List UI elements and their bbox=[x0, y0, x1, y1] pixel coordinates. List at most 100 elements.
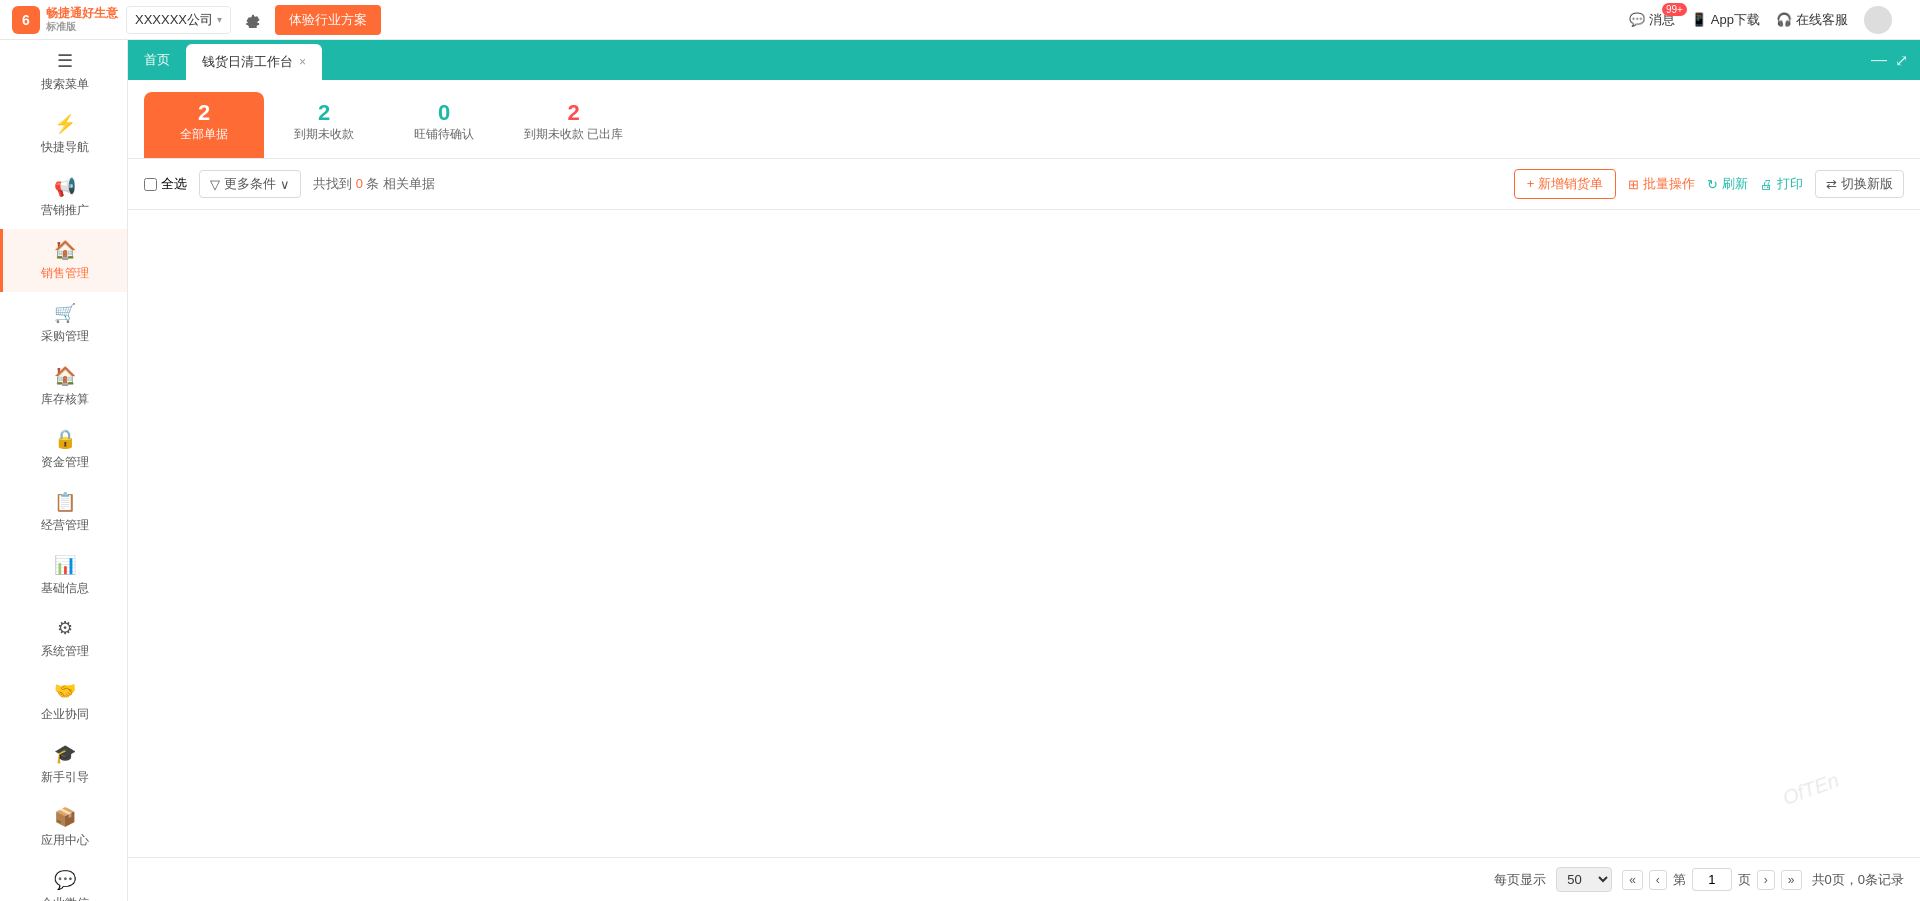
logo-subtitle: 标准版 bbox=[46, 21, 118, 33]
page-number-input[interactable] bbox=[1692, 868, 1732, 891]
sidebar-item-wechat[interactable]: 💬 企业微信 bbox=[0, 859, 127, 901]
refresh-button[interactable]: ↻ 刷新 bbox=[1707, 175, 1748, 193]
tab-bar-actions: — ⤢ bbox=[1871, 51, 1920, 70]
batch-operation-button[interactable]: ⊞ 批量操作 bbox=[1628, 175, 1695, 193]
base-info-icon: 📊 bbox=[54, 554, 76, 576]
tab-minimize-btn[interactable]: — bbox=[1871, 51, 1887, 69]
sidebar-item-cooperation[interactable]: 🤝 企业协同 bbox=[0, 670, 127, 733]
sidebar-item-purchase[interactable]: 🛒 采购管理 bbox=[0, 292, 127, 355]
online-service-button[interactable]: 🎧 在线客服 bbox=[1776, 11, 1848, 29]
logo-text: 畅捷通好生意 标准版 bbox=[46, 6, 118, 32]
stat-label-shipped: 到期未收款 已出库 bbox=[524, 127, 623, 141]
sidebar-label-sales: 销售管理 bbox=[41, 265, 89, 282]
company-selector[interactable]: XXXXXX公司 ▾ bbox=[126, 6, 231, 34]
sidebar-item-finance[interactable]: 🔒 资金管理 bbox=[0, 418, 127, 481]
avatar[interactable] bbox=[1864, 6, 1892, 34]
sidebar-item-base-info[interactable]: 📊 基础信息 bbox=[0, 544, 127, 607]
count-unit: 条 bbox=[366, 176, 379, 191]
sidebar-label-search-menu: 搜索菜单 bbox=[41, 76, 89, 93]
main-layout: ☰ 搜索菜单 ⚡ 快捷导航 📢 营销推广 🏠 销售管理 🛒 采购管理 🏠 库存核… bbox=[0, 40, 1920, 901]
app-download-button[interactable]: 📱 App下载 bbox=[1691, 11, 1760, 29]
sidebar-item-app-center[interactable]: 📦 应用中心 bbox=[0, 796, 127, 859]
sidebar-label-wechat: 企业微信 bbox=[41, 895, 89, 901]
sales-icon: 🏠 bbox=[54, 239, 76, 261]
finance-icon: 🔒 bbox=[54, 428, 76, 450]
quick-nav-icon: ⚡ bbox=[54, 113, 76, 135]
content-area: 2 全部单据 2 到期未收款 0 旺铺待确认 2 到期未收款 已出库 bbox=[128, 80, 1920, 901]
filter-dropdown-icon: ∨ bbox=[280, 177, 290, 192]
headset-icon: 🎧 bbox=[1776, 12, 1792, 27]
sidebar-label-purchase: 采购管理 bbox=[41, 328, 89, 345]
stat-num-all: 2 bbox=[164, 100, 244, 126]
settings-button[interactable] bbox=[239, 6, 267, 34]
logo-area: 6 畅捷通好生意 标准版 bbox=[12, 6, 118, 34]
purchase-icon: 🛒 bbox=[54, 302, 76, 324]
stats-tabs: 2 全部单据 2 到期未收款 0 旺铺待确认 2 到期未收款 已出库 bbox=[128, 80, 1920, 159]
sidebar-item-quick-nav[interactable]: ⚡ 快捷导航 bbox=[0, 103, 127, 166]
batch-label: 批量操作 bbox=[1643, 175, 1695, 193]
select-all-checkbox-wrap[interactable]: 全选 bbox=[144, 175, 187, 193]
count-prefix: 共找到 bbox=[313, 176, 352, 191]
tab-workbench[interactable]: 钱货日清工作台 × bbox=[186, 44, 322, 80]
select-all-checkbox[interactable] bbox=[144, 178, 157, 191]
next-page-button[interactable]: › bbox=[1757, 870, 1775, 890]
add-sales-order-button[interactable]: + 新增销货单 bbox=[1514, 169, 1616, 199]
count-num: 0 bbox=[356, 176, 363, 191]
sidebar-label-app-center: 应用中心 bbox=[41, 832, 89, 849]
sidebar-item-sales[interactable]: 🏠 销售管理 bbox=[0, 229, 127, 292]
sidebar-item-operation[interactable]: 📋 经营管理 bbox=[0, 481, 127, 544]
header-right: 💬 消息 99+ 📱 App下载 🎧 在线客服 bbox=[1629, 6, 1908, 34]
sidebar-label-inventory: 库存核算 bbox=[41, 391, 89, 408]
stat-tab-all[interactable]: 2 全部单据 bbox=[144, 92, 264, 158]
sidebar-label-cooperation: 企业协同 bbox=[41, 706, 89, 723]
switch-icon: ⇄ bbox=[1826, 177, 1837, 192]
sidebar-label-newbie: 新手引导 bbox=[41, 769, 89, 786]
stat-label-wangpu: 旺铺待确认 bbox=[414, 127, 474, 141]
table-area bbox=[128, 210, 1920, 857]
company-name: XXXXXX公司 bbox=[135, 11, 213, 29]
message-badge: 99+ bbox=[1662, 3, 1687, 16]
prev-page-button[interactable]: ‹ bbox=[1649, 870, 1667, 890]
header-left: 6 畅捷通好生意 标准版 XXXXXX公司 ▾ 体验行业方案 bbox=[12, 5, 381, 35]
sidebar-label-finance: 资金管理 bbox=[41, 454, 89, 471]
page-suffix: 页 bbox=[1738, 871, 1751, 889]
toolbar-right: + 新增销货单 ⊞ 批量操作 ↻ 刷新 🖨 打印 ⇄ bbox=[1514, 169, 1904, 199]
sidebar-item-newbie[interactable]: 🎓 新手引导 bbox=[0, 733, 127, 796]
cooperation-icon: 🤝 bbox=[54, 680, 76, 702]
first-page-button[interactable]: « bbox=[1622, 870, 1643, 890]
app-center-icon: 📦 bbox=[54, 806, 76, 828]
marketing-icon: 📢 bbox=[54, 176, 76, 198]
logo-icon: 6 bbox=[12, 6, 40, 34]
last-page-button[interactable]: » bbox=[1781, 870, 1802, 890]
trial-button[interactable]: 体验行业方案 bbox=[275, 5, 381, 35]
app-download-icon: 📱 bbox=[1691, 12, 1707, 27]
filter-icon: ▽ bbox=[210, 177, 220, 192]
system-icon: ⚙ bbox=[57, 617, 73, 639]
page-label: 第 bbox=[1673, 871, 1686, 889]
tab-home[interactable]: 首页 bbox=[128, 40, 186, 80]
stat-num-shipped: 2 bbox=[524, 100, 623, 126]
tab-close-icon[interactable]: × bbox=[299, 55, 306, 69]
per-page-select[interactable]: 50 100 200 bbox=[1556, 867, 1612, 892]
newbie-icon: 🎓 bbox=[54, 743, 76, 765]
sidebar-label-base-info: 基础信息 bbox=[41, 580, 89, 597]
related-label: 相关单据 bbox=[383, 176, 435, 191]
wechat-icon: 💬 bbox=[54, 869, 76, 891]
switch-version-button[interactable]: ⇄ 切换新版 bbox=[1815, 170, 1904, 198]
filter-button[interactable]: ▽ 更多条件 ∨ bbox=[199, 170, 301, 198]
select-all-label: 全选 bbox=[161, 175, 187, 193]
stat-tab-shipped[interactable]: 2 到期未收款 已出库 bbox=[504, 92, 643, 158]
tab-expand-btn[interactable]: ⤢ bbox=[1895, 51, 1908, 70]
sidebar-item-marketing[interactable]: 📢 营销推广 bbox=[0, 166, 127, 229]
print-button[interactable]: 🖨 打印 bbox=[1760, 175, 1803, 193]
sidebar-item-search-menu[interactable]: ☰ 搜索菜单 bbox=[0, 40, 127, 103]
message-button[interactable]: 💬 消息 99+ bbox=[1629, 11, 1675, 29]
batch-icon: ⊞ bbox=[1628, 177, 1639, 192]
stat-tab-overdue[interactable]: 2 到期未收款 bbox=[264, 92, 384, 158]
sidebar-label-marketing: 营销推广 bbox=[41, 202, 89, 219]
tab-home-label: 首页 bbox=[144, 51, 170, 69]
app-download-label: App下载 bbox=[1711, 11, 1760, 29]
stat-tab-wangpu[interactable]: 0 旺铺待确认 bbox=[384, 92, 504, 158]
sidebar-item-system[interactable]: ⚙ 系统管理 bbox=[0, 607, 127, 670]
sidebar-item-inventory[interactable]: 🏠 库存核算 bbox=[0, 355, 127, 418]
